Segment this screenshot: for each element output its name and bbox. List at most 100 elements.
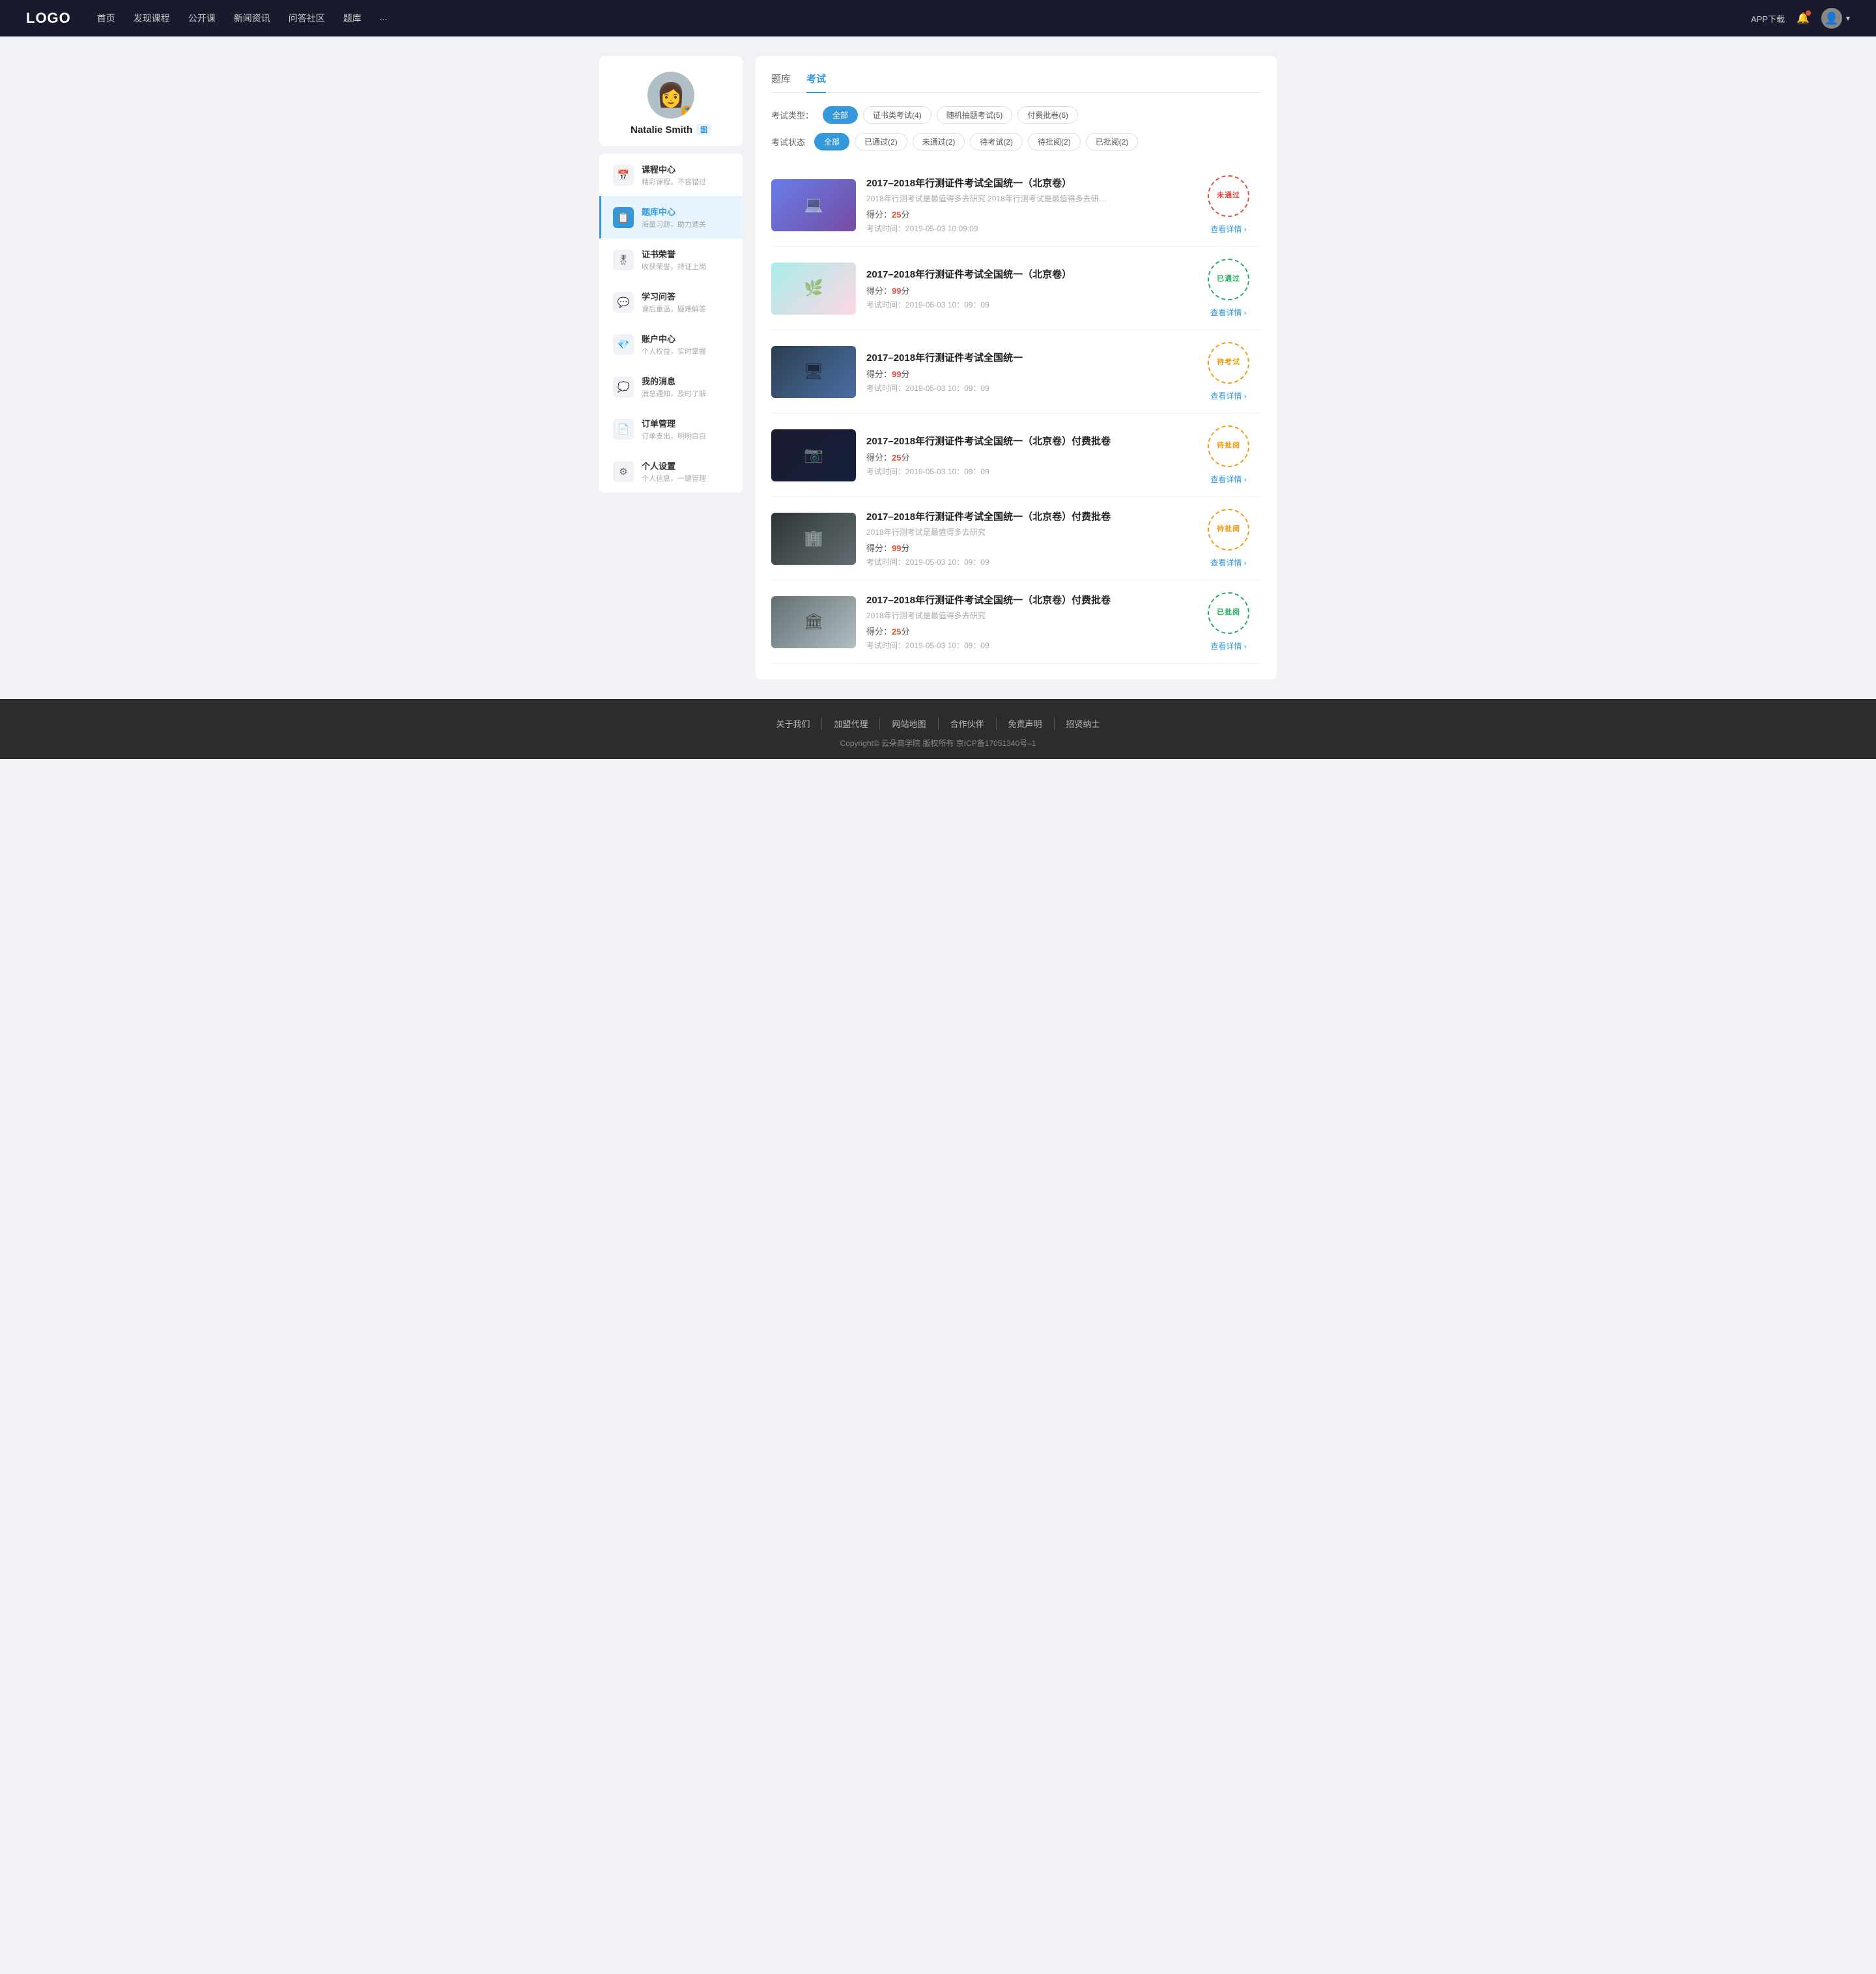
message-title: 我的消息 [642,375,731,387]
avatar: 👤 [1821,8,1842,29]
footer-link-3[interactable]: 合作伙伴 [939,717,997,730]
header-right: APP下载 🔔 👤 ▾ [1751,8,1850,29]
qa-sub: 课后重温，疑难解答 [642,304,731,314]
exam-time-5: 考试时间：2019-05-03 10：09：09 [866,556,1186,567]
honor-icon: 🎖 [613,250,634,270]
exam-status-stamp-4: 待批阅 [1208,425,1249,467]
sidebar-item-account[interactable]: 💎 账户中心 个人权益，实时掌握 [599,323,743,365]
account-icon: 💎 [613,334,634,355]
exam-title-5: 2017–2018年行测证件考试全国统一（北京卷）付费批卷 [866,509,1186,523]
question-sub: 海量习题，助力通关 [642,219,731,229]
notification-bell-icon[interactable]: 🔔 [1797,12,1810,25]
nav-item-问答社区[interactable]: 问答社区 [289,12,325,25]
qa-title: 学习问答 [642,290,731,302]
exam-thumbnail-3: 🖥 [771,346,856,398]
logo[interactable]: LOGO [26,10,71,27]
order-sub: 订单支出，明明白白 [642,431,731,441]
exam-thumbnail-5: 🏢 [771,513,856,565]
honor-title: 证书荣誉 [642,248,731,260]
exam-status-stamp-6: 已批阅 [1208,592,1249,634]
footer-copyright: Copyright© 云朵商学院 版权所有 京ICP备17051340号–1 [0,737,1876,749]
exam-title-1: 2017–2018年行测证件考试全国统一（北京卷） [866,176,1186,190]
footer-link-2[interactable]: 网站地图 [880,717,938,730]
sidebar-item-message[interactable]: 💭 我的消息 消息通知，及时了解 [599,365,743,408]
exam-status-filter-未通过(2)[interactable]: 未通过(2) [913,133,965,150]
exam-thumbnail-6: 🏛 [771,596,856,648]
content-area: 题库考试 考试类型： 全部证书类考试(4) 随机抽题考试(5)付费批卷(6) 考试… [756,56,1277,679]
exam-status-filter-已通过(2)[interactable]: 已通过(2) [855,133,907,150]
exam-time-6: 考试时间：2019-05-03 10：09：09 [866,640,1186,651]
exam-type-filter-全部[interactable]: 全部 [823,106,858,124]
notification-dot [1806,10,1811,16]
exam-score-2: 得分：99分 [866,284,1186,296]
exam-type-filter-随机抽题考试(5)[interactable]: 随机抽题考试(5) [937,106,1013,124]
order-title: 订单管理 [642,417,731,429]
main-nav: 首页 发现课程 公开课 新闻资讯 问答社区 题库... [97,12,1751,25]
question-title: 题库中心 [642,205,731,218]
nav-item-题库[interactable]: 题库 [343,12,362,25]
exam-status-stamp-2: 已通过 [1208,259,1249,300]
footer-link-4[interactable]: 免责声明 [997,717,1055,730]
exam-type-label: 考试类型： [771,109,814,121]
exam-status-filter-全部[interactable]: 全部 [814,133,849,150]
exam-status-filter-已批阅(2)[interactable]: 已批阅(2) [1086,133,1139,150]
exam-time-3: 考试时间：2019-05-03 10：09：09 [866,382,1186,393]
sidebar-item-honor[interactable]: 🎖 证书荣誉 收获荣誉，持证上岗 [599,238,743,281]
footer-link-1[interactable]: 加盟代理 [822,717,880,730]
sidebar-item-settings[interactable]: ⚙ 个人设置 个人信息，一键管理 [599,450,743,493]
sidebar-item-question[interactable]: 📋 题库中心 海量习题，助力通关 [599,196,743,238]
exam-right-5: 待批阅 查看详情 › [1196,509,1261,568]
nav-item-新闻资讯[interactable]: 新闻资讯 [234,12,270,25]
exam-desc: 2018年行测考试是最值得多去研究 [866,610,1114,621]
exam-status-filter-待考试(2)[interactable]: 待考试(2) [970,133,1023,150]
course-icon: 📅 [613,165,634,186]
exam-item-3: 🖥 2017–2018年行测证件考试全国统一 得分：99分 考试时间：2019-… [771,330,1261,414]
exam-status-filter-row: 考试状态 全部已通过(2) 未通过(2) 待考试(2) 待批阅(2) 已批阅(2) [771,133,1261,150]
exam-item-4: 📷 2017–2018年行测证件考试全国统一（北京卷）付费批卷 得分：25分 考… [771,414,1261,497]
exam-thumbnail-4: 📷 [771,429,856,481]
exam-status-filter-待批阅(2)[interactable]: 待批阅(2) [1028,133,1081,150]
exam-info-4: 2017–2018年行测证件考试全国统一（北京卷）付费批卷 得分：25分 考试时… [866,434,1186,477]
view-detail-button-4[interactable]: 查看详情 › [1210,474,1246,485]
exam-right-1: 未通过 查看详情 › [1196,175,1261,235]
user-avatar-menu[interactable]: 👤 ▾ [1821,8,1850,29]
exam-type-filter-证书类考试(4)[interactable]: 证书类考试(4) [863,106,931,124]
sidebar-menu: 📅 课程中心 精彩课程，不容错过 📋 题库中心 海量习题，助力通关 🎖 证书荣誉… [599,154,743,493]
sidebar: 👩 🏅 Natalie Smith 图 📅 课程中心 精彩课程，不容错过 📋 题… [599,56,743,679]
nav-item-首页[interactable]: 首页 [97,12,115,25]
message-sub: 消息通知，及时了解 [642,388,731,399]
view-detail-button-3[interactable]: 查看详情 › [1210,390,1246,401]
exam-right-4: 待批阅 查看详情 › [1196,425,1261,485]
exam-type-filter-付费批卷(6)[interactable]: 付费批卷(6) [1017,106,1078,124]
exam-status-stamp-5: 待批阅 [1208,509,1249,551]
exam-status-label: 考试状态 [771,136,805,148]
exam-time-4: 考试时间：2019-05-03 10：09：09 [866,466,1186,477]
view-detail-button-1[interactable]: 查看详情 › [1210,223,1246,235]
exam-type-filter-row: 考试类型： 全部证书类考试(4) 随机抽题考试(5)付费批卷(6) [771,106,1261,124]
view-detail-button-6[interactable]: 查看详情 › [1210,640,1246,651]
profile-badge-icon: 🏅 [681,106,693,117]
nav-item-发现课程[interactable]: 发现课程 [134,12,170,25]
nav-item-公开课[interactable]: 公开课 [188,12,216,25]
profile-avatar: 👩 🏅 [647,72,694,119]
view-detail-button-2[interactable]: 查看详情 › [1210,307,1246,318]
exam-time-1: 考试时间：2019-05-03 10:09:09 [866,223,1186,234]
tab-考试[interactable]: 考试 [806,72,826,93]
qa-icon: 💬 [613,292,634,313]
nav-item-...[interactable]: ... [380,12,388,25]
app-download-button[interactable]: APP下载 [1751,12,1785,25]
sidebar-item-qa[interactable]: 💬 学习问答 课后重温，疑难解答 [599,281,743,323]
exam-info-6: 2017–2018年行测证件考试全国统一（北京卷）付费批卷 2018年行测考试是… [866,593,1186,651]
exam-type-filters: 全部证书类考试(4) 随机抽题考试(5)付费批卷(6) [823,106,1078,124]
view-detail-button-5[interactable]: 查看详情 › [1210,557,1246,568]
sidebar-item-course[interactable]: 📅 课程中心 精彩课程，不容错过 [599,154,743,196]
course-title: 课程中心 [642,163,731,175]
exam-desc: 2018年行测考试是最值得多去研究 [866,526,1114,537]
exam-item-2: 🌿 2017–2018年行测证件考试全国统一（北京卷） 得分：99分 考试时间：… [771,247,1261,330]
footer-link-0[interactable]: 关于我们 [764,717,822,730]
tab-题库[interactable]: 题库 [771,72,791,93]
exam-info-1: 2017–2018年行测证件考试全国统一（北京卷） 2018年行测考试是最值得多… [866,176,1186,234]
sidebar-item-order[interactable]: 📄 订单管理 订单支出，明明白白 [599,408,743,450]
footer-link-5[interactable]: 招贤纳士 [1055,717,1112,730]
exam-score-1: 得分：25分 [866,208,1186,220]
